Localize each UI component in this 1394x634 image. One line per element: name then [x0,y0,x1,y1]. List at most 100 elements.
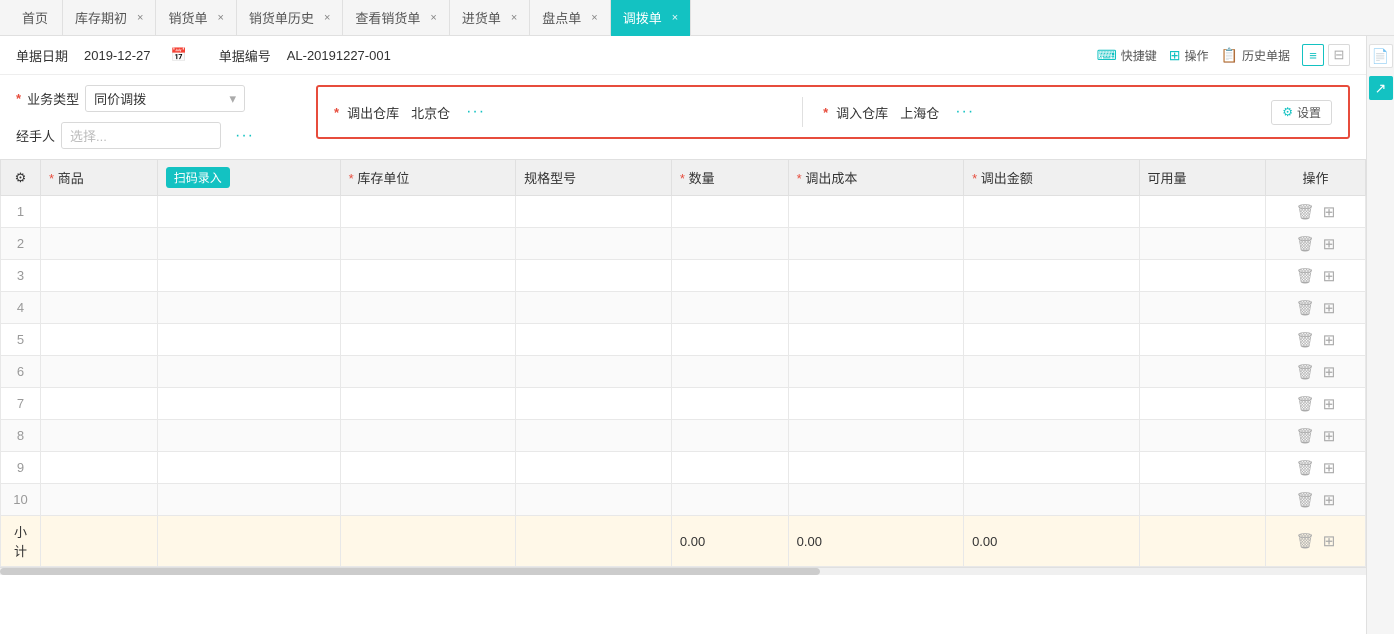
out-warehouse-more-icon[interactable]: ··· [466,103,485,121]
tab-inventory-check-close[interactable]: × [591,12,597,24]
tab-inventory-init-close[interactable]: × [137,12,143,24]
row-available-cell [964,324,1139,356]
table-header-row: ⚙ * 商品 扫码录入 * 库存单位 规格型号 [1,160,1366,196]
row-available-cell [964,260,1139,292]
history-icon: 📋 [1221,47,1238,64]
row-spec-cell [340,420,515,452]
biz-type-star: * [16,91,21,106]
tab-sales-history-close[interactable]: × [324,12,330,24]
col-spec: 规格型号 [516,160,672,196]
row-copy-icon[interactable]: ⊞ [1323,395,1336,413]
row-ops-cell: 🗑 ⊞ [1266,228,1366,260]
row-product-cell[interactable] [41,388,158,420]
scan-input-button[interactable]: 扫码录入 [166,167,230,188]
row-product-cell[interactable] [41,324,158,356]
tab-sales-order[interactable]: 销货单 × [156,0,236,36]
row-product-cell[interactable] [41,292,158,324]
tab-sales-history[interactable]: 销货单历史 × [237,0,343,36]
row-delete-icon[interactable]: 🗑 [1296,532,1315,550]
tab-purchase-close[interactable]: × [511,12,517,24]
row-delete-icon[interactable]: 🗑 [1296,267,1315,285]
row-product-cell[interactable] [41,484,158,516]
row-delete-icon[interactable]: 🗑 [1296,363,1315,381]
row-copy-icon[interactable]: ⊞ [1323,427,1336,445]
history-action[interactable]: 📋 历史单据 [1221,47,1290,64]
col-unit-label: 库存单位 [357,171,409,186]
row-cost-cell [671,260,788,292]
row-delete-icon[interactable]: 🗑 [1296,331,1315,349]
out-warehouse-section: * 调出仓库 北京仓 ··· [334,103,782,122]
row-unit-cell [157,356,340,388]
tab-sales-history-label: 销货单历史 [249,8,314,27]
row-ops-cell: 🗑 ⊞ [1266,196,1366,228]
date-label: 单据日期 [16,46,68,65]
tab-view-sales[interactable]: 查看销货单 × [343,0,449,36]
manager-select[interactable]: 选择... [61,122,221,149]
shortcut-action[interactable]: ⌨ 快捷键 [1097,47,1157,64]
row-delete-icon[interactable]: 🗑 [1296,395,1315,413]
row-delete-icon[interactable]: 🗑 [1296,299,1315,317]
row-copy-icon[interactable]: ⊞ [1323,203,1336,221]
row-product-cell[interactable] [41,356,158,388]
tab-purchase-label: 进货单 [462,8,501,27]
table-row: 6 🗑 ⊞ [1,356,1366,388]
row-copy-icon[interactable]: ⊞ [1323,235,1336,253]
horizontal-scrollbar[interactable] [0,567,1366,575]
row-delete-icon[interactable]: 🗑 [1296,491,1315,509]
ops-action[interactable]: ⊞ 操作 [1169,47,1209,64]
shortcut-label: 快捷键 [1121,47,1157,64]
row-copy-icon[interactable]: ⊞ [1323,491,1336,509]
row-qty-cell [516,292,672,324]
tab-sales-order-close[interactable]: × [217,12,223,24]
row-product-cell[interactable] [41,196,158,228]
row-qty-cell [516,324,672,356]
main-table: ⚙ * 商品 扫码录入 * 库存单位 规格型号 [0,159,1366,567]
row-copy-icon[interactable]: ⊞ [1323,299,1336,317]
row-copy-icon[interactable]: ⊞ [1323,459,1336,477]
tab-view-sales-close[interactable]: × [430,12,436,24]
row-delete-icon[interactable]: 🗑 [1296,459,1315,477]
row-delete-icon[interactable]: 🗑 [1296,203,1315,221]
row-product-cell[interactable] [41,228,158,260]
row-cost-cell [671,196,788,228]
ops-icon: ⊞ [1169,47,1181,64]
col-scan: 扫码录入 [157,160,340,196]
biz-type-select[interactable]: 同价调拨 ▾ [85,85,245,112]
row-cost-cell [671,228,788,260]
row-copy-icon[interactable]: ⊞ [1323,331,1336,349]
biz-type-label: 业务类型 [27,89,79,108]
manager-more-icon[interactable]: ··· [235,127,254,145]
settings-button[interactable]: ⚙ 设置 [1271,100,1332,125]
row-spec-cell [340,324,515,356]
tab-transfer-close[interactable]: × [672,12,678,24]
tab-transfer[interactable]: 调拨单 × [611,0,691,36]
row-spec-cell [340,388,515,420]
row-copy-icon[interactable]: ⊞ [1323,363,1336,381]
tab-purchase[interactable]: 进货单 × [450,0,530,36]
in-warehouse-more-icon[interactable]: ··· [955,103,974,121]
calendar-icon[interactable]: 📅 [171,47,187,63]
layout-btn-1[interactable]: ≡ [1302,44,1324,66]
doc-value: AL-20191227-001 [287,48,391,63]
row-copy-icon[interactable]: ⊞ [1323,532,1336,550]
row-ops-cell: 🗑 ⊞ [1266,356,1366,388]
tab-inventory-check-label: 盘点单 [542,8,581,27]
sidebar-export-btn[interactable]: ↗ [1369,76,1393,100]
row-product-cell[interactable] [41,420,158,452]
gear-icon: ⚙ [1282,105,1293,119]
row-ops-cell: 🗑 ⊞ [1266,292,1366,324]
col-gear[interactable]: ⚙ [1,160,41,196]
row-product-cell[interactable] [41,260,158,292]
tab-inventory-check[interactable]: 盘点单 × [530,0,610,36]
row-delete-icon[interactable]: 🗑 [1296,235,1315,253]
subtotal-ops: 🗑 ⊞ [1266,516,1366,567]
row-product-cell[interactable] [41,452,158,484]
manager-label: 经手人 [16,126,55,145]
layout-btn-2[interactable]: ⊟ [1328,44,1350,66]
row-copy-icon[interactable]: ⊞ [1323,267,1336,285]
table-row: 7 🗑 ⊞ [1,388,1366,420]
sidebar-doc-btn[interactable]: 📄 [1369,44,1393,68]
tab-inventory-init[interactable]: 库存期初 × [63,0,156,36]
tab-home[interactable]: 首页 [8,0,63,36]
row-delete-icon[interactable]: 🗑 [1296,427,1315,445]
